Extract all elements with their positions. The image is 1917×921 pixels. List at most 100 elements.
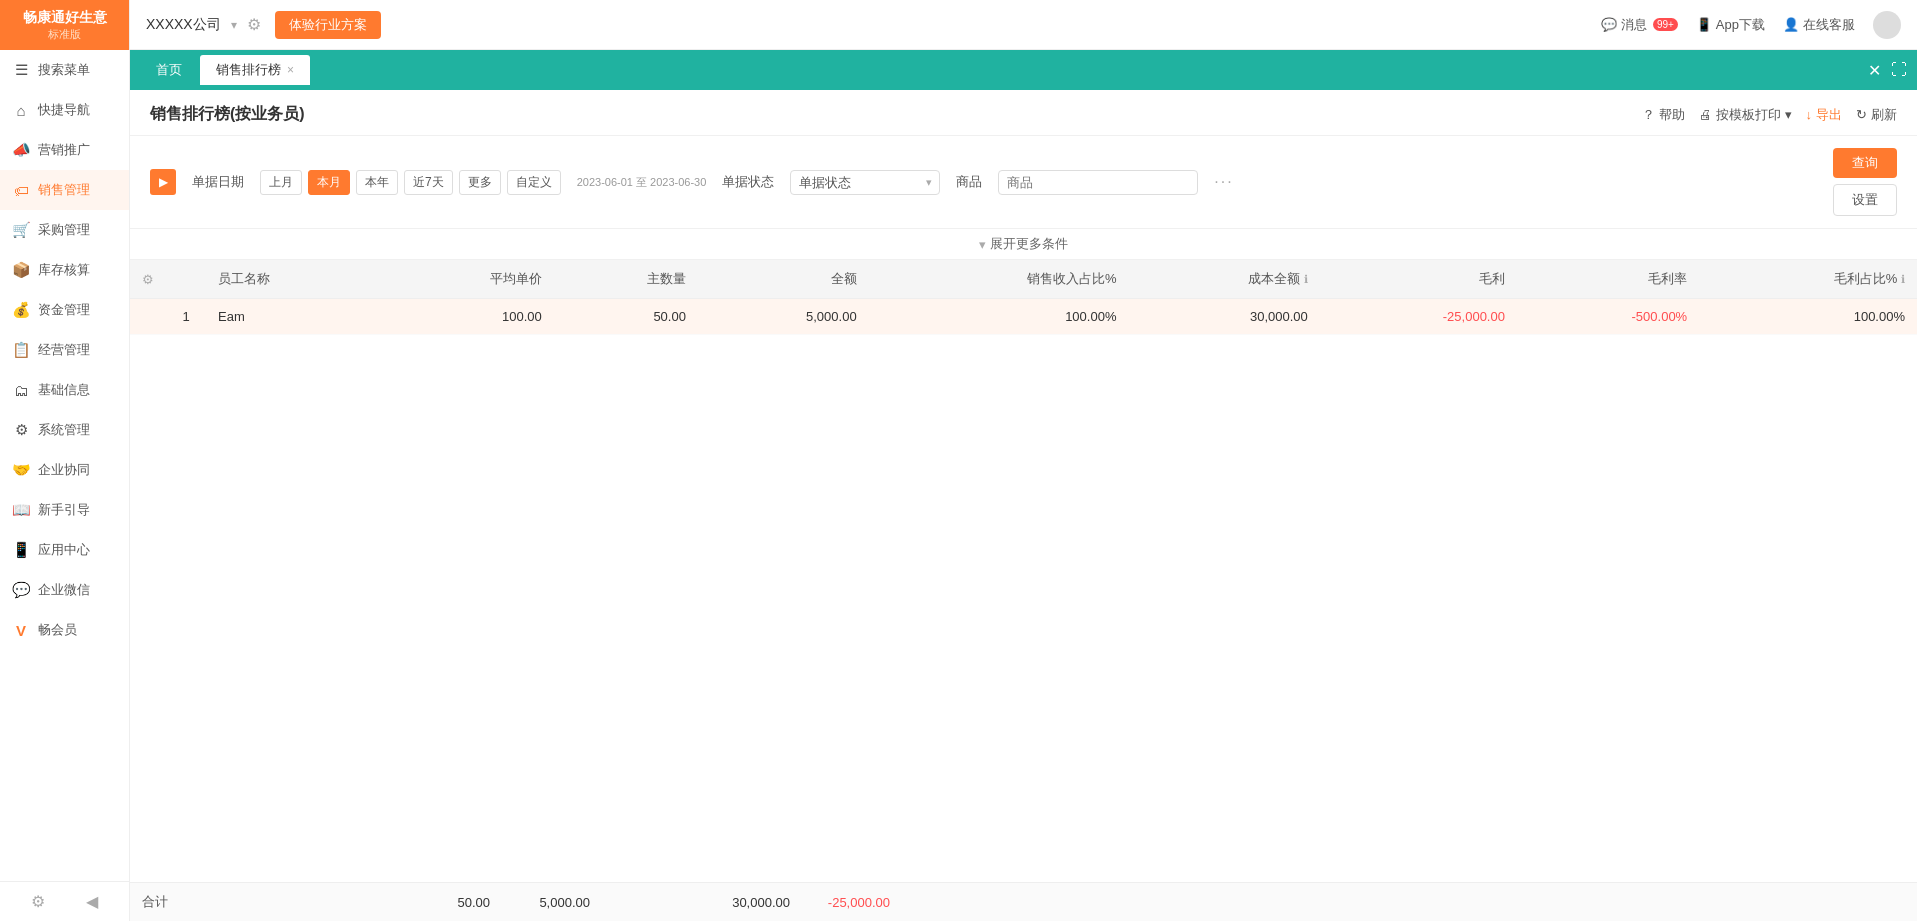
row-rank: 1 bbox=[166, 299, 206, 335]
purchase-icon: 🛒 bbox=[12, 221, 30, 239]
refresh-icon: ↻ bbox=[1856, 107, 1867, 122]
footer-main-qty: 50.00 bbox=[422, 895, 502, 910]
home-icon: ⌂ bbox=[12, 102, 30, 119]
sidebar: 畅康通好生意 标准版 ☰ 搜索菜单 ⌂ 快捷导航 📣 营销推广 🏷 销售管理 🛒… bbox=[0, 0, 130, 921]
col-gross: 毛利 bbox=[1320, 260, 1517, 299]
sidebar-item-label: 快捷导航 bbox=[38, 101, 90, 119]
filter-more-icon[interactable]: ··· bbox=[1214, 173, 1233, 191]
message-icon: 💬 bbox=[1601, 17, 1617, 32]
sidebar-item-vip[interactable]: V 畅会员 bbox=[0, 610, 129, 650]
table-wrap: ⚙ 员工名称 平均单价 主数量 全额 销售收入占比% 成本全额 ℹ 毛利 毛利率… bbox=[130, 260, 1917, 882]
inner-content: 销售排行榜(按业务员) ？ 帮助 🖨 按模板打印 ▾ ↓ 导出 bbox=[130, 90, 1917, 921]
filter-expand-bar: ▾ 展开更多条件 bbox=[130, 229, 1917, 260]
app-center-icon: 📱 bbox=[12, 541, 30, 559]
tab-home[interactable]: 首页 bbox=[140, 55, 198, 85]
sidebar-item-system[interactable]: ⚙ 系统管理 bbox=[0, 410, 129, 450]
sidebar-item-operations[interactable]: 📋 经营管理 bbox=[0, 330, 129, 370]
col-main-qty: 主数量 bbox=[554, 260, 698, 299]
tab-close-window-icon[interactable]: ✕ bbox=[1868, 61, 1881, 80]
expand-more-btn[interactable]: ▾ 展开更多条件 bbox=[979, 235, 1068, 253]
help-btn[interactable]: ？ 帮助 bbox=[1642, 106, 1685, 124]
table-footer: 合计 50.00 5,000.00 30,000.00 -25,000.00 bbox=[130, 882, 1917, 921]
gross-pct-info-icon[interactable]: ℹ bbox=[1901, 273, 1905, 285]
avatar[interactable] bbox=[1873, 11, 1901, 39]
refresh-btn[interactable]: ↻ 刷新 bbox=[1856, 106, 1897, 124]
row-avg-price: 100.00 bbox=[380, 299, 554, 335]
sidebar-item-label: 基础信息 bbox=[38, 381, 90, 399]
sidebar-item-sales[interactable]: 🏷 销售管理 bbox=[0, 170, 129, 210]
footer-empty2 bbox=[342, 895, 422, 910]
date-btn-more[interactable]: 更多 bbox=[459, 170, 501, 195]
col-amount: 全额 bbox=[698, 260, 869, 299]
sidebar-logo: 畅康通好生意 标准版 bbox=[0, 0, 129, 50]
tabbar-right: ✕ ⛶ bbox=[1868, 61, 1907, 80]
sidebar-item-search[interactable]: ☰ 搜索菜单 bbox=[0, 50, 129, 90]
expand-arrow-icon: ▾ bbox=[979, 237, 986, 252]
tab-maximize-icon[interactable]: ⛶ bbox=[1891, 61, 1907, 80]
export-label: 导出 bbox=[1816, 106, 1842, 124]
sidebar-item-marketing[interactable]: 📣 营销推广 bbox=[0, 130, 129, 170]
message-btn[interactable]: 💬 消息 99+ bbox=[1601, 16, 1678, 34]
row-settings bbox=[130, 299, 166, 335]
date-btn-this-year[interactable]: 本年 bbox=[356, 170, 398, 195]
filter-collapse-icon: ▶ bbox=[159, 175, 168, 189]
row-gross: -25,000.00 bbox=[1320, 299, 1517, 335]
footer-amount: 5,000.00 bbox=[502, 895, 602, 910]
app-download-label: App下载 bbox=[1716, 16, 1765, 34]
message-label: 消息 bbox=[1621, 16, 1647, 34]
company-dropdown-arrow[interactable]: ▾ bbox=[231, 18, 237, 32]
cost-info-icon[interactable]: ℹ bbox=[1304, 273, 1308, 285]
col-settings[interactable]: ⚙ bbox=[130, 260, 166, 299]
topbar-settings-icon[interactable]: ⚙ bbox=[247, 15, 261, 34]
table-row: 1 Eam 100.00 50.00 5,000.00 100.00% 30,0… bbox=[130, 299, 1917, 335]
trial-btn[interactable]: 体验行业方案 bbox=[275, 11, 381, 39]
date-btn-7days[interactable]: 近7天 bbox=[404, 170, 453, 195]
sidebar-item-app-center[interactable]: 📱 应用中心 bbox=[0, 530, 129, 570]
settings-btn[interactable]: 设置 bbox=[1833, 184, 1897, 216]
tab-sales-ranking[interactable]: 销售排行榜 × bbox=[200, 55, 310, 85]
sidebar-item-corp-collab[interactable]: 🤝 企业协同 bbox=[0, 450, 129, 490]
filter-collapse-btn[interactable]: ▶ bbox=[150, 169, 176, 195]
data-table: ⚙ 员工名称 平均单价 主数量 全额 销售收入占比% 成本全额 ℹ 毛利 毛利率… bbox=[130, 260, 1917, 335]
base-info-icon: 🗂 bbox=[12, 382, 30, 399]
footer-empty1 bbox=[222, 895, 342, 910]
sidebar-item-inventory[interactable]: 📦 库存核算 bbox=[0, 250, 129, 290]
sidebar-item-corp-wechat[interactable]: 💬 企业微信 bbox=[0, 570, 129, 610]
sidebar-item-label: 系统管理 bbox=[38, 421, 90, 439]
status-select[interactable]: 单据状态 bbox=[790, 170, 940, 195]
date-btn-last-month[interactable]: 上月 bbox=[260, 170, 302, 195]
inventory-icon: 📦 bbox=[12, 261, 30, 279]
date-btn-custom[interactable]: 自定义 bbox=[507, 170, 561, 195]
sidebar-item-funds[interactable]: 💰 资金管理 bbox=[0, 290, 129, 330]
sidebar-item-base-info[interactable]: 🗂 基础信息 bbox=[0, 370, 129, 410]
online-service-icon: 👤 bbox=[1783, 17, 1799, 32]
sidebar-item-label: 新手引导 bbox=[38, 501, 90, 519]
template-print-arrow: ▾ bbox=[1785, 107, 1792, 122]
sidebar-item-quick-nav[interactable]: ⌂ 快捷导航 bbox=[0, 90, 129, 130]
tab-close-icon[interactable]: × bbox=[287, 63, 294, 77]
page-content: 销售排行榜(按业务员) ？ 帮助 🖨 按模板打印 ▾ ↓ 导出 bbox=[130, 90, 1917, 921]
settings-gear-icon[interactable]: ⚙ bbox=[31, 892, 45, 911]
help-label: 帮助 bbox=[1659, 106, 1685, 124]
marketing-icon: 📣 bbox=[12, 141, 30, 159]
query-btn[interactable]: 查询 bbox=[1833, 148, 1897, 178]
sidebar-item-label: 采购管理 bbox=[38, 221, 90, 239]
status-select-wrapper: 单据状态 bbox=[790, 170, 940, 195]
date-btn-this-month[interactable]: 本月 bbox=[308, 170, 350, 195]
col-sales-pct: 销售收入占比% bbox=[869, 260, 1129, 299]
collapse-icon[interactable]: ◀ bbox=[86, 892, 98, 911]
sidebar-item-new-guide[interactable]: 📖 新手引导 bbox=[0, 490, 129, 530]
template-print-btn[interactable]: 🖨 按模板打印 ▾ bbox=[1699, 106, 1792, 124]
row-gross-rate: -500.00% bbox=[1517, 299, 1699, 335]
export-btn[interactable]: ↓ 导出 bbox=[1806, 106, 1843, 124]
status-filter-label: 单据状态 bbox=[722, 173, 774, 191]
goods-input[interactable] bbox=[998, 170, 1198, 195]
sidebar-item-purchase[interactable]: 🛒 采购管理 bbox=[0, 210, 129, 250]
footer-gross: -25,000.00 bbox=[802, 895, 902, 910]
export-icon: ↓ bbox=[1806, 107, 1813, 122]
sidebar-item-label: 营销推广 bbox=[38, 141, 90, 159]
sidebar-item-label: 应用中心 bbox=[38, 541, 90, 559]
btn-group: 查询 设置 bbox=[1833, 148, 1897, 216]
app-download-btn[interactable]: 📱 App下载 bbox=[1696, 16, 1765, 34]
online-service-btn[interactable]: 👤 在线客服 bbox=[1783, 16, 1855, 34]
